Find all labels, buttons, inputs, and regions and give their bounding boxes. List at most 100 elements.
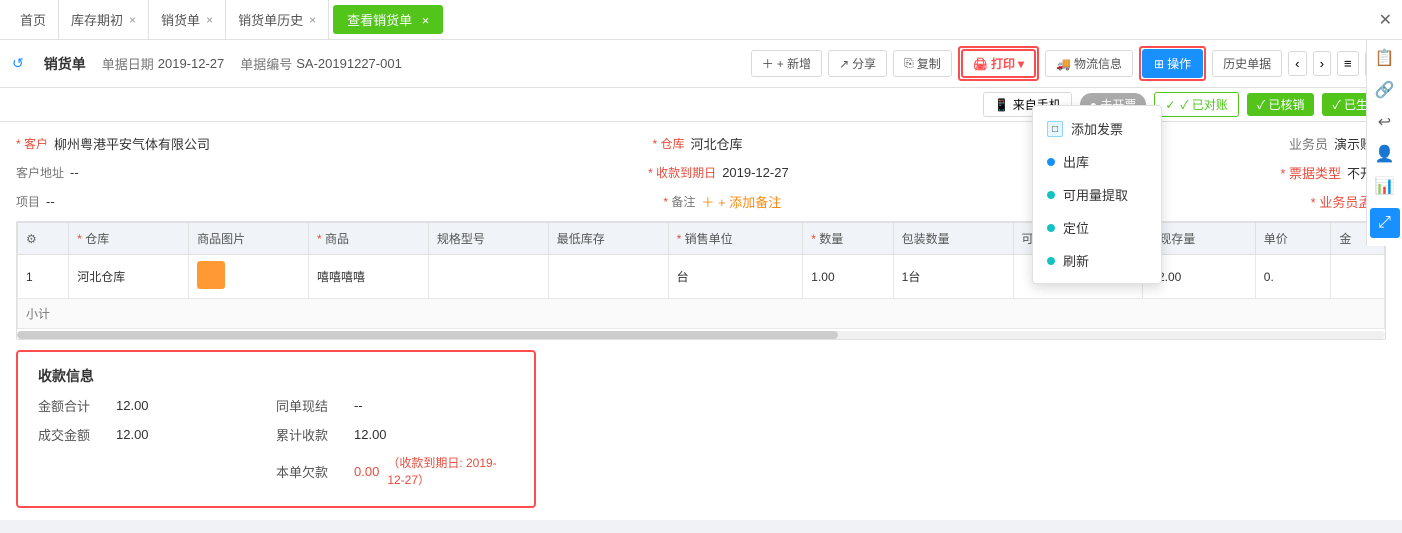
outbound-dot bbox=[1047, 158, 1055, 166]
total-value: 12.00 bbox=[116, 398, 149, 413]
cell-spec bbox=[428, 255, 548, 299]
cumulative-label: 累计收款 bbox=[276, 425, 346, 444]
product-table-wrap: ⚙ * 仓库 商品图片 * 商品 规格型号 最低库存 * 销售单位 * 数量 包… bbox=[16, 221, 1386, 340]
logistics-button[interactable]: 🚚 物流信息 bbox=[1045, 50, 1133, 77]
doc-no-label: 单据编号 bbox=[240, 54, 292, 73]
deal-value: 12.00 bbox=[116, 427, 149, 442]
cell-product: 嘻嘻嘻嘻 bbox=[308, 255, 428, 299]
due-date-field: 收款到期日 2019-12-27 bbox=[648, 164, 1280, 181]
tab-sales-history[interactable]: 销货单历史 × bbox=[226, 0, 329, 40]
cell-packqty: 1台 bbox=[893, 255, 1013, 299]
sidebar-icon-4[interactable]: 👤 bbox=[1375, 144, 1395, 164]
print-highlight-box: 🖨 打印 ▾ bbox=[958, 46, 1039, 81]
toolbar: ↺ 销货单 单据日期 2019-12-27 单据编号 SA-20191227-0… bbox=[0, 40, 1402, 88]
horizontal-scrollbar[interactable] bbox=[17, 331, 1385, 339]
check-icon: ✓ bbox=[1165, 98, 1175, 112]
tab-home[interactable]: 首页 bbox=[8, 0, 59, 40]
sidebar-icon-3[interactable]: ↩ bbox=[1378, 112, 1391, 132]
staff-label: 业务员 bbox=[1289, 134, 1328, 153]
project-value: -- bbox=[46, 194, 55, 209]
dropdown-outbound[interactable]: 出库 bbox=[1033, 145, 1161, 178]
layout1-button[interactable]: ≡ bbox=[1337, 51, 1359, 76]
warehouse-label: 仓库 bbox=[652, 135, 684, 152]
prev-button[interactable]: ‹ bbox=[1288, 51, 1306, 76]
cell-no: 1 bbox=[18, 255, 69, 299]
doc-date-label: 单据日期 bbox=[102, 54, 154, 73]
dropdown-add-invoice[interactable]: □ 添加发票 bbox=[1033, 112, 1161, 145]
copy-icon: ⎘ bbox=[904, 56, 914, 71]
dropdown-available-qty[interactable]: 可用量提取 bbox=[1033, 178, 1161, 211]
tab-view-sales[interactable]: 查看销货单 × bbox=[333, 5, 443, 34]
print-icon: 🖨 bbox=[973, 57, 988, 71]
doc-icon: ↺ bbox=[12, 55, 24, 72]
right-sidebar: 📋 🔗 ↩ 👤 📊 ⤢ bbox=[1366, 40, 1402, 246]
doc-date-value: 2019-12-27 bbox=[158, 56, 225, 71]
truck-icon: 🚚 bbox=[1056, 57, 1071, 71]
customer-field: 客户 柳州粤港平安气体有限公司 bbox=[16, 134, 652, 153]
col-minstock: 最低库存 bbox=[548, 223, 668, 255]
remark-field: 备注 ＋ + 添加备注 bbox=[663, 192, 1310, 211]
toolbar-actions: ＋ + 新增 ↗ 分享 ⎘ 复制 🖨 打印 ▾ 🚚 物流信息 bbox=[751, 46, 1390, 81]
tab-inventory[interactable]: 库存期初 × bbox=[59, 0, 149, 40]
checked-button[interactable]: ✓ ✓ 已对账 bbox=[1154, 92, 1239, 117]
next-button[interactable]: › bbox=[1313, 51, 1331, 76]
remark-add-btn[interactable]: ＋ + 添加备注 bbox=[701, 192, 781, 211]
add-button[interactable]: ＋ + 新增 bbox=[751, 50, 822, 77]
payment-info-box: 收款信息 金额合计 12.00 同单现结 -- 成交金额 12.00 累计收款 … bbox=[16, 350, 536, 508]
window-close-button[interactable]: ✕ bbox=[1379, 10, 1392, 30]
table-row: 1 河北仓库 嘻嘻嘻嘻 台 1.00 1台 12.00 0. bbox=[18, 255, 1385, 299]
operate-button[interactable]: ⊞ 操作 bbox=[1142, 49, 1203, 78]
main-content: 客户 柳州粤港平安气体有限公司 仓库 河北仓库 业务员 演示账号 客户地址 --… bbox=[0, 122, 1402, 520]
dropdown-locate[interactable]: 定位 bbox=[1033, 211, 1161, 244]
sidebar-icon-1[interactable]: 📋 bbox=[1375, 48, 1395, 68]
tab-sales-history-close[interactable]: × bbox=[309, 13, 316, 27]
col-warehouse: * 仓库 bbox=[69, 223, 189, 255]
subtotal-label: 小计 bbox=[18, 299, 1385, 329]
share-button[interactable]: ↗ 分享 bbox=[828, 50, 887, 77]
doc-date-field: 单据日期 2019-12-27 bbox=[102, 54, 225, 73]
address-value: -- bbox=[70, 165, 79, 180]
ticket-label: * 票据类型 bbox=[1280, 163, 1341, 182]
tab-view-sales-close[interactable]: × bbox=[422, 13, 430, 28]
payment-grid: 金额合计 12.00 同单现结 -- 成交金额 12.00 累计收款 12.00… bbox=[38, 396, 514, 492]
refresh-dot bbox=[1047, 257, 1055, 265]
copy-button[interactable]: ⎘ 复制 bbox=[893, 50, 952, 77]
grid-icon: ⊞ bbox=[1154, 57, 1164, 71]
print-button[interactable]: 🖨 打印 ▾ bbox=[961, 49, 1036, 78]
subtotal-row: 小计 bbox=[18, 299, 1385, 329]
form-row-1: 客户 柳州粤港平安气体有限公司 仓库 河北仓库 业务员 演示账号 bbox=[16, 134, 1386, 153]
share-icon: ↗ bbox=[839, 57, 849, 71]
col-product: * 商品 bbox=[308, 223, 428, 255]
settlement-label: 同单现结 bbox=[276, 396, 346, 415]
form-row-2: 客户地址 -- 收款到期日 2019-12-27 * 票据类型 不开票 bbox=[16, 163, 1386, 182]
warehouse-field: 仓库 河北仓库 bbox=[652, 134, 1288, 153]
tab-inventory-close[interactable]: × bbox=[129, 13, 136, 27]
tab-sales[interactable]: 销货单 × bbox=[149, 0, 226, 40]
col-img: 商品图片 bbox=[189, 223, 309, 255]
gear-icon: ⚙ bbox=[26, 232, 37, 246]
settlement-row: 同单现结 -- bbox=[276, 396, 514, 415]
cancelled-button[interactable]: ✓ 已核销 bbox=[1247, 93, 1315, 116]
total-row: 金额合计 12.00 bbox=[38, 396, 276, 415]
deal-label: 成交金额 bbox=[38, 425, 108, 444]
sidebar-icon-2[interactable]: 🔗 bbox=[1375, 80, 1395, 100]
dropdown-refresh[interactable]: 刷新 bbox=[1033, 244, 1161, 277]
due-date-label: 收款到期日 bbox=[648, 164, 716, 181]
owed-row: 本单欠款 0.00 （收款到期日: 2019-12-27） bbox=[276, 454, 514, 488]
sidebar-icon-5[interactable]: 📊 bbox=[1375, 176, 1395, 196]
sidebar-expand-icon[interactable]: ⤢ bbox=[1370, 208, 1400, 238]
due-note: （收款到期日: 2019-12-27） bbox=[387, 454, 514, 488]
col-spec: 规格型号 bbox=[428, 223, 548, 255]
cell-amount bbox=[1331, 255, 1385, 299]
owed-value: 0.00 bbox=[354, 464, 379, 479]
warehouse-value: 河北仓库 bbox=[691, 134, 743, 153]
payment-title: 收款信息 bbox=[38, 366, 514, 386]
outbound-label: 出库 bbox=[1063, 152, 1089, 171]
operate-dropdown: □ 添加发票 出库 可用量提取 定位 刷新 bbox=[1032, 105, 1162, 284]
tab-sales-close[interactable]: × bbox=[206, 13, 213, 27]
col-packqty: 包装数量 bbox=[893, 223, 1013, 255]
history-button[interactable]: 历史单据 bbox=[1212, 50, 1282, 77]
scroll-thumb bbox=[17, 331, 838, 339]
cumulative-row: 累计收款 12.00 bbox=[276, 425, 514, 444]
doc-info: ↺ 销货单 单据日期 2019-12-27 单据编号 SA-20191227-0… bbox=[12, 54, 743, 74]
